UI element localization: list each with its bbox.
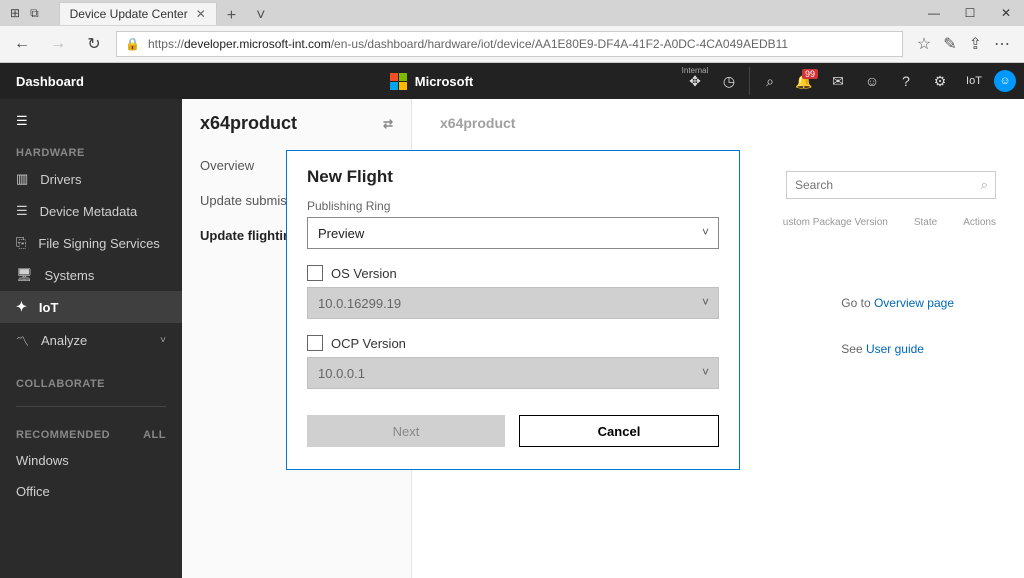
lock-icon: 🔒 [125,37,140,51]
sidebar-link-windows[interactable]: Windows [0,445,182,476]
avatar[interactable]: ☺ [994,70,1016,92]
gear-icon[interactable]: ⚙ [926,67,954,95]
sidebar-item-systems[interactable]: 🖥 Systems [0,259,182,291]
page-title: x64product [440,115,996,131]
app-icon: ⧉ [30,6,39,21]
new-tab-button[interactable]: + [217,7,246,25]
sidebar-section-recommended: RECOMMENDEDALL [0,419,182,445]
sidebar-item-device-metadata[interactable]: ☰ Device Metadata [0,195,182,227]
file-icon: ⎘ [16,235,26,251]
browser-chrome: ⊞ ⧉ Device Update Center ✕ + ˅ — ☐ ✕ ← →… [0,0,1024,63]
notification-icon[interactable]: 🔔99 [790,67,818,95]
os-version-label: OS Version [331,266,397,281]
cancel-button[interactable]: Cancel [519,415,719,447]
search-icon[interactable]: ⌕ [756,67,784,95]
sidebar-section-collaborate: COLLABORATE [0,368,182,394]
new-flight-modal: New Flight Publishing Ring Preview ˅ OS … [286,150,740,470]
favorite-icon[interactable]: ☆ [917,34,931,54]
iot-label: IoT [960,67,988,95]
app-header: Dashboard Microsoft Internal✥ ◷ ⌕ 🔔99 ✉ … [0,63,1024,99]
metadata-icon: ☰ [16,203,28,219]
sidebar-item-label: Systems [45,268,95,283]
sidebar: ☰ HARDWARE ▥ Drivers ☰ Device Metadata ⎘ Fi… [0,99,182,578]
modal-title: New Flight [307,167,719,187]
sidebar-item-label: File Signing Services [38,236,159,251]
os-version-select: 10.0.16299.19 [307,287,719,319]
browser-tab[interactable]: Device Update Center ✕ [59,2,217,25]
tab-title: Device Update Center [70,7,188,21]
publishing-ring-select[interactable]: Preview [307,217,719,249]
addrbar-actions: ☆ ✎ ⇪ ⋯ [911,34,1016,54]
refresh-button[interactable]: ↻ [80,30,108,58]
close-icon[interactable]: ✕ [196,7,206,21]
col-actions: Actions [963,217,996,228]
mail-icon[interactable]: ✉ [824,67,852,95]
notes-icon[interactable]: ✎ [943,34,956,54]
titlebar-left-icons: ⊞ ⧉ [0,6,49,21]
tab-strip: Device Update Center ✕ + ˅ [49,2,916,25]
share-icon[interactable]: ⇪ [969,34,982,54]
user-guide-link[interactable]: User guide [866,342,924,356]
swap-icon[interactable]: ⇄ [383,117,393,131]
address-bar: ← → ↻ 🔒 https://developer.microsoft-int.… [0,26,1024,62]
product-title: x64product⇄ [200,113,393,134]
url-input[interactable]: 🔒 https://developer.microsoft-int.com/en… [116,31,903,57]
divider [16,406,166,407]
more-icon[interactable]: ⋯ [994,34,1010,54]
analyze-icon: 〽 [16,331,29,350]
sidebar-item-label: Analyze [41,333,87,348]
table-header: ustom Package Version State Actions [783,217,996,228]
dashboard-label: Dashboard [0,74,182,89]
ms-logo-icon [390,73,407,90]
move-icon[interactable]: Internal✥ [681,67,709,95]
ocp-version-checkbox[interactable] [307,335,323,351]
col-package: ustom Package Version [783,217,888,228]
systems-icon: 🖥 [16,267,33,283]
col-state: State [914,217,937,228]
microsoft-logo[interactable]: Microsoft [390,73,474,90]
publishing-ring-label: Publishing Ring [307,199,719,213]
url-text: https://developer.microsoft-int.com/en-u… [148,37,788,51]
search-box: ⌕ [786,171,996,199]
sidebar-item-analyze[interactable]: 〽 Analyze ˅ [0,323,182,358]
all-link[interactable]: ALL [143,429,166,441]
next-button[interactable]: Next [307,415,505,447]
divider [749,67,750,95]
app-icon: ⊞ [10,6,20,21]
person-icon[interactable]: ☺ [858,67,886,95]
ocp-version-label: OCP Version [331,336,406,351]
window-controls: — ☐ ✕ [916,0,1024,26]
sidebar-item-iot[interactable]: ✦ IoT [0,291,182,323]
os-version-checkbox[interactable] [307,265,323,281]
brand-text: Microsoft [415,74,474,89]
help-links: Go to Overview page See User guide [841,294,954,358]
help-icon[interactable]: ? [892,67,920,95]
overview-link[interactable]: Overview page [874,296,954,310]
sidebar-link-office[interactable]: Office [0,476,182,507]
drivers-icon: ▥ [16,171,28,187]
search-icon[interactable]: ⌕ [981,177,988,193]
sidebar-item-label: Device Metadata [40,204,138,219]
ocp-version-select: 10.0.0.1 [307,357,719,389]
tab-menu-icon[interactable]: ˅ [246,7,275,25]
back-button[interactable]: ← [8,30,36,58]
sidebar-item-drivers[interactable]: ▥ Drivers [0,163,182,195]
sidebar-item-label: IoT [39,300,59,315]
maximize-button[interactable]: ☐ [952,0,988,26]
clock-icon[interactable]: ◷ [715,67,743,95]
sidebar-item-label: Drivers [40,172,81,187]
chevron-down-icon: ˅ [160,335,166,346]
hamburger-icon[interactable]: ☰ [0,105,182,137]
forward-button[interactable]: → [44,30,72,58]
search-input[interactable] [786,171,996,199]
minimize-button[interactable]: — [916,0,952,26]
header-icons: Internal✥ ◷ ⌕ 🔔99 ✉ ☺ ? ⚙ IoT ☺ [681,67,1024,95]
iot-icon: ✦ [16,299,27,315]
sidebar-item-file-signing[interactable]: ⎘ File Signing Services [0,227,182,259]
title-bar: ⊞ ⧉ Device Update Center ✕ + ˅ — ☐ ✕ [0,0,1024,26]
close-button[interactable]: ✕ [988,0,1024,26]
sidebar-section-hardware: HARDWARE [0,137,182,163]
